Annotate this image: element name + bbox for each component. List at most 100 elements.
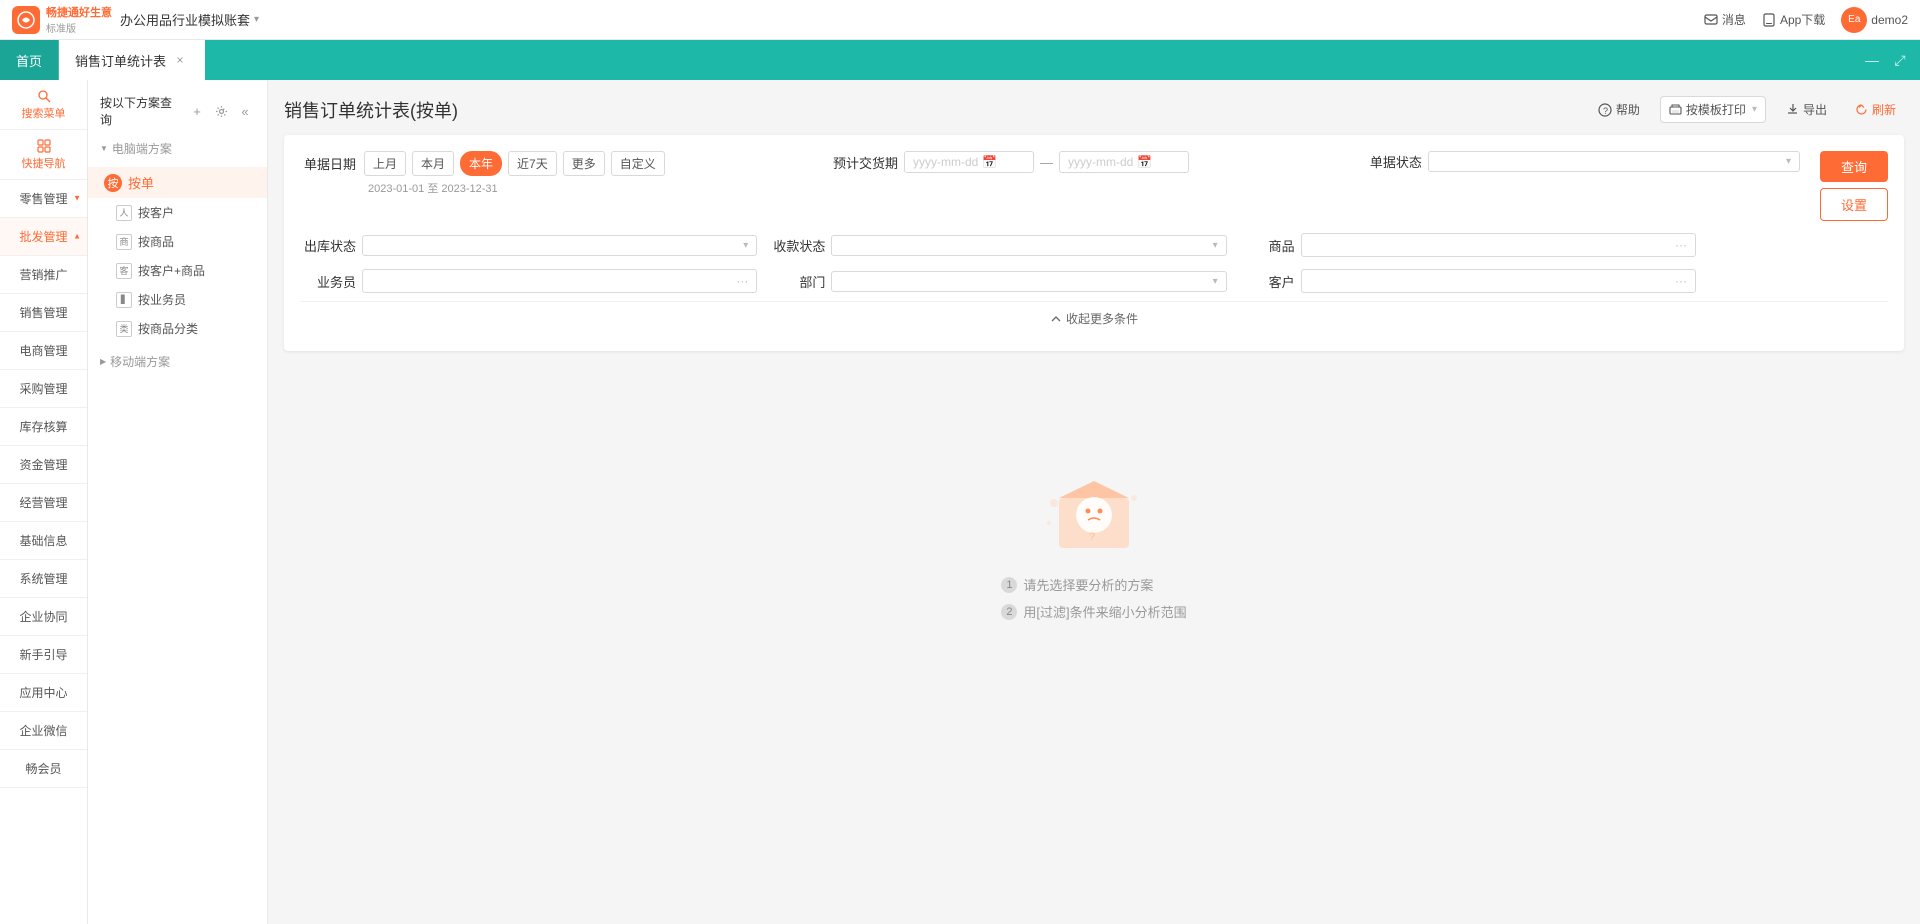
calendar-start-icon: 📅	[982, 155, 997, 169]
scheme-icon-by-customer-goods: 客	[116, 263, 132, 279]
expected-date-end[interactable]: yyyy-mm-dd 📅	[1059, 151, 1189, 173]
logo: 畅捷通好生意 标准版	[12, 4, 112, 35]
scheme-item-by-customer[interactable]: 人 按客户	[88, 198, 267, 227]
logo-icon	[12, 6, 40, 34]
status-select[interactable]: ▾	[1428, 151, 1800, 172]
sidebar-item-inventory[interactable]: 库存核算	[0, 408, 87, 446]
sidebar-item-basic[interactable]: 基础信息	[0, 522, 87, 560]
export-btn[interactable]: 导出	[1778, 97, 1835, 122]
title-dropdown-icon[interactable]: ▾	[254, 14, 259, 25]
sidebar-item-wholesale[interactable]: 批发管理 ▲	[0, 218, 87, 256]
date-filter: 上月 本月 本年 近7天 更多 自定义	[364, 151, 665, 176]
customer-more-icon: ···	[1675, 274, 1687, 288]
app-download-btn[interactable]: App下载	[1762, 11, 1825, 28]
sidebar-item-wechat[interactable]: 企业微信	[0, 712, 87, 750]
expected-date-start[interactable]: yyyy-mm-dd 📅	[904, 151, 1034, 173]
page-actions: ? 帮助 按模板打印 ▾	[1590, 96, 1904, 123]
filter-card: 单据日期 上月 本月 本年 近7天 更多 自定义 2023-01-0	[284, 135, 1904, 351]
date-btn-last-month[interactable]: 上月	[364, 151, 406, 176]
content: 按以下方案查询 + « ▼ 电脑端方案	[88, 80, 1920, 924]
empty-hints: 1 请先选择要分析的方案 2 用[过滤]条件来缩小分析范围	[1001, 575, 1186, 621]
payment-status-label: 收款状态	[769, 236, 825, 255]
salesperson-select[interactable]: ···	[362, 269, 757, 293]
goods-more-icon: ···	[1675, 238, 1687, 252]
delivery-status-select[interactable]: ▾	[362, 235, 757, 256]
help-btn[interactable]: ? 帮助	[1590, 97, 1648, 122]
sidebar-item-retail[interactable]: 零售管理 ▼	[0, 180, 87, 218]
svg-text:?: ?	[1089, 531, 1095, 543]
salesperson-label: 业务员	[300, 272, 356, 291]
customer-select[interactable]: ···	[1301, 269, 1696, 293]
date-btn-this-year[interactable]: 本年	[460, 151, 502, 176]
sidebar-item-operations[interactable]: 经营管理	[0, 484, 87, 522]
user-profile[interactable]: Ea demo2	[1841, 7, 1908, 33]
date-separator: —	[1040, 155, 1053, 170]
collapse-left-btn[interactable]: «	[235, 101, 255, 121]
scheme-icon-by-order: 按	[104, 174, 122, 192]
customer-label: 客户	[1239, 272, 1295, 291]
refresh-btn[interactable]: 刷新	[1847, 97, 1904, 122]
payment-status-select[interactable]: ▾	[831, 235, 1226, 256]
logo-text: 畅捷通好生意 标准版	[46, 4, 112, 35]
scheme-icon-by-salesperson: ▋	[116, 292, 132, 308]
topbar-title: 办公用品行业模拟账套 ▾	[120, 10, 1696, 29]
tabbar: 首页 销售订单统计表 × — ⤢	[0, 40, 1920, 80]
search-btn[interactable]: 查询	[1820, 151, 1888, 182]
tab-close-icon[interactable]: ×	[172, 52, 188, 68]
left-panel: 按以下方案查询 + « ▼ 电脑端方案	[88, 80, 268, 924]
status-dropdown-icon: ▾	[1786, 156, 1791, 167]
sidebar: 搜索菜单 快捷导航 零售管理 ▼ 批发管理 ▲ 营销推广 销售管理 电商管理 采…	[0, 80, 88, 924]
collapse-btn[interactable]: 收起更多条件	[300, 301, 1888, 335]
sidebar-item-enterprise[interactable]: 企业协同	[0, 598, 87, 636]
settings-scheme-btn[interactable]	[211, 101, 231, 121]
scheme-item-by-goods[interactable]: 商 按商品	[88, 227, 267, 256]
maximize-btn[interactable]: ⤢	[1888, 48, 1912, 72]
add-scheme-btn[interactable]: +	[187, 101, 207, 121]
date-range-text: 2023-01-01 至 2023-12-31	[368, 183, 498, 195]
date-label: 单据日期	[300, 154, 356, 173]
mobile-section-arrow: ▶	[100, 357, 106, 366]
main-layout: 搜索菜单 快捷导航 零售管理 ▼ 批发管理 ▲ 营销推广 销售管理 电商管理 采…	[0, 80, 1920, 924]
sidebar-item-newbie[interactable]: 新手引导	[0, 636, 87, 674]
scheme-icon-by-goods: 商	[116, 234, 132, 250]
action-buttons: 查询 设置	[1820, 151, 1888, 221]
department-select[interactable]: ▾	[831, 271, 1226, 292]
date-btn-7days[interactable]: 近7天	[508, 151, 557, 176]
scheme-item-by-salesperson[interactable]: ▋ 按业务员	[88, 285, 267, 314]
svg-text:?: ?	[1603, 106, 1608, 116]
sidebar-nav-shortcut[interactable]: 快捷导航	[0, 130, 87, 180]
mobile-scheme-section[interactable]: ▶ 移动端方案	[88, 347, 267, 376]
goods-label: 商品	[1239, 236, 1295, 255]
scheme-item-by-goods-category[interactable]: 类 按商品分类	[88, 314, 267, 343]
scheme-item-by-order[interactable]: 按 按单	[88, 167, 267, 198]
date-btn-custom[interactable]: 自定义	[611, 151, 665, 176]
date-btn-this-month[interactable]: 本月	[412, 151, 454, 176]
user-avatar: Ea	[1841, 7, 1867, 33]
sidebar-item-finance[interactable]: 资金管理	[0, 446, 87, 484]
page-title: 销售订单统计表(按单)	[284, 97, 458, 123]
sidebar-search[interactable]: 搜索菜单	[0, 80, 87, 130]
sidebar-item-marketing[interactable]: 营销推广	[0, 256, 87, 294]
message-btn[interactable]: 消息	[1704, 11, 1746, 28]
sidebar-item-system[interactable]: 系统管理	[0, 560, 87, 598]
tab-sales-order-stats[interactable]: 销售订单统计表 ×	[59, 40, 205, 80]
date-btn-more[interactable]: 更多	[563, 151, 605, 176]
minimize-btn[interactable]: —	[1860, 48, 1884, 72]
delivery-status-label: 出库状态	[300, 236, 356, 255]
pc-scheme-section[interactable]: ▼ 电脑端方案	[88, 134, 267, 163]
sidebar-item-sales[interactable]: 销售管理	[0, 294, 87, 332]
tab-home[interactable]: 首页	[0, 40, 59, 80]
filter-settings-btn[interactable]: 设置	[1820, 188, 1888, 221]
sidebar-item-member[interactable]: 畅会员	[0, 750, 87, 788]
pc-section-arrow: ▼	[100, 144, 108, 153]
empty-illustration: ?	[1034, 443, 1154, 563]
payment-dropdown-icon: ▾	[1213, 240, 1218, 251]
sidebar-item-ecommerce[interactable]: 电商管理	[0, 332, 87, 370]
goods-select[interactable]: ···	[1301, 233, 1696, 257]
sidebar-item-purchase[interactable]: 采购管理	[0, 370, 87, 408]
scheme-item-by-customer-goods[interactable]: 客 按客户+商品	[88, 256, 267, 285]
print-btn[interactable]: 按模板打印 ▾	[1660, 96, 1766, 123]
empty-state: ? 1 请先选择要分析的方案 2 用[过滤]条件来缩小分析范围	[284, 363, 1904, 701]
sidebar-item-app-center[interactable]: 应用中心	[0, 674, 87, 712]
scheme-icon-by-goods-category: 类	[116, 321, 132, 337]
